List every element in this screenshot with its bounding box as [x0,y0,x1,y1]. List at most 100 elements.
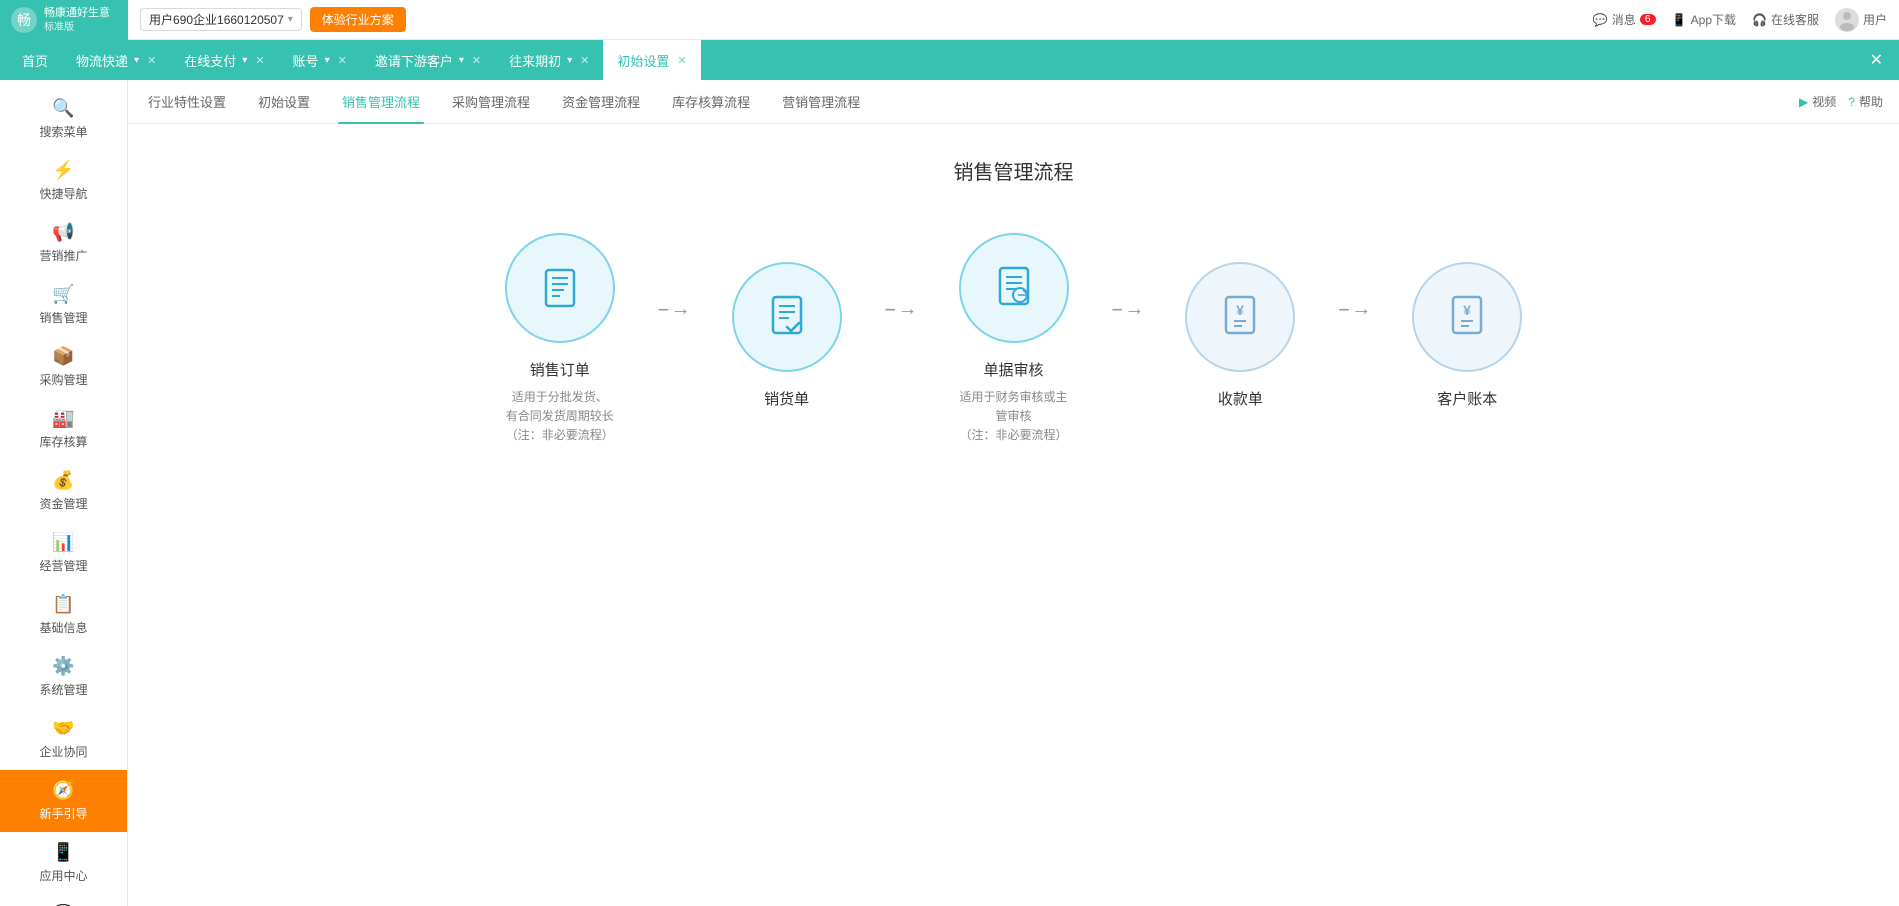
flow-step-customer-account: ¥ 客户账本 [1377,262,1557,417]
avatar-icon [1835,8,1859,32]
sidebar-item-collab[interactable]: 🤝 企业协同 [0,708,127,770]
finance-icon: 💰 [52,470,74,491]
quick-icon: ⚡ [52,160,74,181]
sub-tab-sales-flow[interactable]: 销售管理流程 [338,80,424,124]
online-service-button[interactable]: 🎧 在线客服 [1752,11,1819,28]
chevron-down-icon: ▾ [325,55,330,66]
sidebar-item-system[interactable]: ⚙️ 系统管理 [0,646,127,708]
app-download-button[interactable]: 📱 App下载 [1672,11,1736,28]
message-icon: 💬 [1593,13,1608,27]
flow-content: 销售管理流程 销售订单 [128,124,1899,906]
arrow-2: -- → [885,298,916,321]
sidebar-item-basic[interactable]: 📋 基础信息 [0,584,127,646]
flow-step-audit: 单据审核 适用于财务审核或主管审核（注：非必要流程） [924,233,1104,446]
sidebar-item-sales[interactable]: 🛒 销售管理 [0,274,127,336]
user-selector[interactable]: 用户690企业1660120507 ▾ [140,8,302,31]
tab-invite[interactable]: 邀请下游客户 ▾ ✕ [361,40,495,80]
tab-init-settings[interactable]: 初始设置 ✕ [603,40,700,80]
close-icon[interactable]: ✕ [255,54,264,67]
basic-icon: 📋 [52,594,74,615]
app-logo: 畅 [10,6,38,34]
sidebar-item-inventory[interactable]: 🏭 库存核算 [0,398,127,460]
tab-period[interactable]: 往来期初 ▾ ✕ [495,40,603,80]
chevron-down-icon: ▾ [288,14,293,25]
user-label: 用户690企业1660120507 [149,11,284,28]
service-icon: 🎧 [1752,13,1767,27]
video-icon: ▶ [1799,95,1808,109]
sidebar-item-operations[interactable]: 📊 经营管理 [0,522,127,584]
close-icon[interactable]: ✕ [472,54,481,67]
trial-button[interactable]: 体验行业方案 [310,7,406,32]
step-circle-sales-order[interactable] [505,233,615,343]
user-avatar[interactable]: 用户 [1835,8,1887,32]
step-label-sales-order: 销售订单 [530,359,590,380]
sidebar: 🔍 搜索菜单 ⚡ 快捷导航 📢 营销推广 🛒 销售管理 📦 采购管理 🏭 [0,80,128,906]
step-circle-receipt[interactable]: ¥ [1185,262,1295,372]
tab-payment[interactable]: 在线支付 ▾ ✕ [170,40,278,80]
purchase-icon: 📦 [52,346,74,367]
video-link[interactable]: ▶ 视频 [1799,93,1836,110]
guide-icon: 🧭 [52,780,74,801]
message-badge: 6 [1640,14,1656,25]
collab-icon: 🤝 [52,718,74,739]
operations-icon: 📊 [52,532,74,553]
sub-tab-init[interactable]: 初始设置 [254,80,314,124]
tab-logistics[interactable]: 物流快递 ▾ ✕ [62,40,170,80]
apps-icon: 📱 [52,842,74,863]
chevron-down-icon: ▾ [134,55,139,66]
marketing-icon: 📢 [52,222,74,243]
nav-tabs-bar: 首页 物流快递 ▾ ✕ 在线支付 ▾ ✕ 账号 ▾ ✕ 邀请下游客户 ▾ ✕ 往… [0,40,1899,80]
sidebar-item-apps[interactable]: 📱 应用中心 [0,832,127,894]
close-all-button[interactable]: ✕ [1862,50,1891,70]
sub-tab-industry[interactable]: 行业特性设置 [144,80,230,124]
svg-text:畅: 畅 [17,12,31,28]
flow-step-receipt: ¥ 收款单 [1150,262,1330,417]
flow-title: 销售管理流程 [168,156,1859,185]
help-link[interactable]: ? 帮助 [1848,93,1883,110]
svg-text:¥: ¥ [1236,302,1244,318]
chevron-down-icon: ▾ [242,55,247,66]
step-label-customer-account: 客户账本 [1437,388,1497,409]
app-title: 畅康通好生意 标准版 [44,6,110,33]
sub-tab-inventory-flow[interactable]: 库存核算流程 [668,80,754,124]
sidebar-item-guide[interactable]: 🧭 新手引导 [0,770,127,832]
step-label-audit: 单据审核 [983,359,1043,380]
close-icon[interactable]: ✕ [677,54,686,67]
step-label-sales-invoice: 销货单 [764,388,809,409]
sales-icon: 🛒 [52,284,74,305]
arrow-4: -- → [1338,298,1369,321]
tab-home[interactable]: 首页 [8,40,62,80]
sub-tab-finance-flow[interactable]: 资金管理流程 [558,80,644,124]
step-desc-sales-order: 适用于分批发货、有合同发货周期较长（注：非必要流程） [506,388,614,446]
arrow-3: -- → [1112,298,1143,321]
sub-tab-marketing-flow[interactable]: 营销管理流程 [778,80,864,124]
system-icon: ⚙️ [52,656,74,677]
inventory-icon: 🏭 [52,408,74,429]
sidebar-item-quick[interactable]: ⚡ 快捷导航 [0,150,127,212]
message-button[interactable]: 💬 消息 6 [1593,11,1656,28]
help-icon: ? [1848,95,1855,109]
arrow-1: -- → [658,298,689,321]
step-desc-audit: 适用于财务审核或主管审核（注：非必要流程） [959,388,1067,446]
sidebar-item-search[interactable]: 🔍 搜索菜单 [0,88,127,150]
step-circle-audit[interactable] [959,233,1069,343]
svg-text:¥: ¥ [1463,302,1471,318]
sidebar-item-marketing[interactable]: 📢 营销推广 [0,212,127,274]
sidebar-item-wechat[interactable]: 💬 企业微信 [0,894,127,906]
step-circle-customer-account[interactable]: ¥ [1412,262,1522,372]
flow-step-sales-order: 销售订单 适用于分批发货、有合同发货周期较长（注：非必要流程） [470,233,650,446]
search-icon: 🔍 [52,98,74,119]
chevron-down-icon: ▾ [459,55,464,66]
sub-tab-purchase-flow[interactable]: 采购管理流程 [448,80,534,124]
sidebar-item-purchase[interactable]: 📦 采购管理 [0,336,127,398]
sub-tabs-bar: 行业特性设置 初始设置 销售管理流程 采购管理流程 资金管理流程 库存核算流程 [128,80,1899,124]
step-label-receipt: 收款单 [1218,388,1263,409]
tab-account[interactable]: 账号 ▾ ✕ [279,40,361,80]
close-icon[interactable]: ✕ [147,54,156,67]
close-icon[interactable]: ✕ [580,54,589,67]
chevron-down-icon: ▾ [567,55,572,66]
step-circle-sales-invoice[interactable] [732,262,842,372]
sidebar-item-finance[interactable]: 💰 资金管理 [0,460,127,522]
close-icon[interactable]: ✕ [338,54,347,67]
flow-row: 销售订单 适用于分批发货、有合同发货周期较长（注：非必要流程） -- → [168,233,1859,446]
